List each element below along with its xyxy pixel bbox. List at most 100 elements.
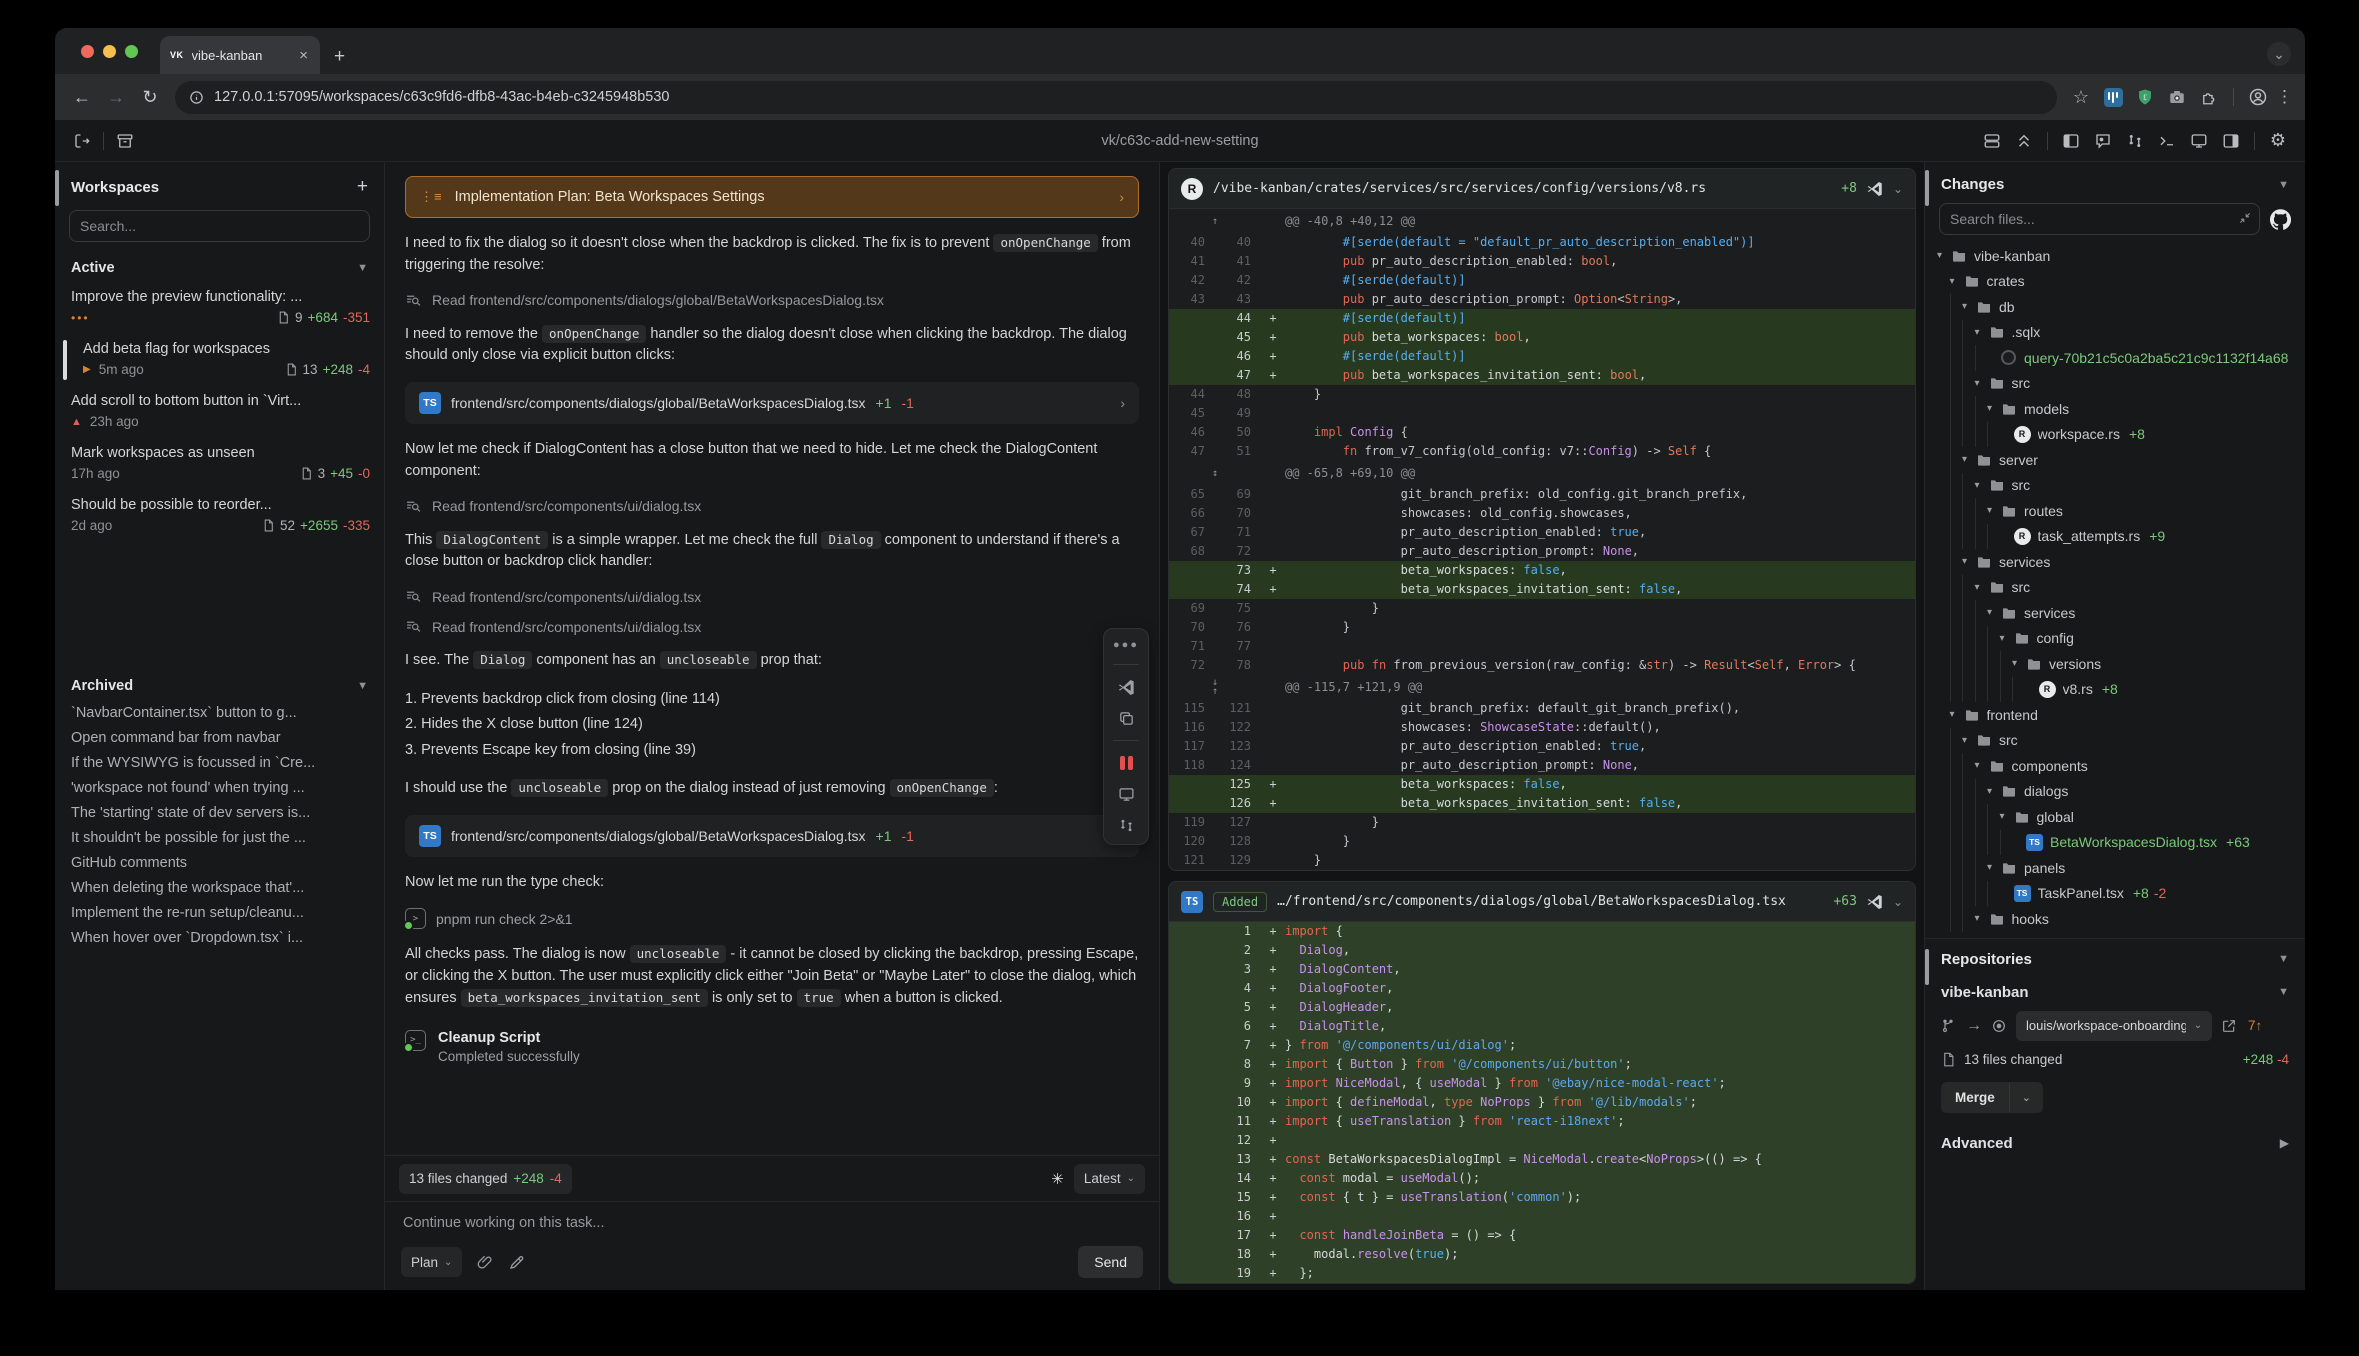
extension-shield-icon[interactable]: £ — [2131, 83, 2159, 111]
monitor-icon[interactable] — [2184, 127, 2214, 155]
scrollbar-thumb[interactable] — [55, 170, 59, 206]
tree-folder-row[interactable]: ▾ panels — [1925, 855, 2305, 881]
diff-line[interactable]: 126 + beta_workspaces_invitation_sent: fa… — [1169, 794, 1915, 813]
advanced-section-header[interactable]: Advanced ▶ — [1925, 1121, 2305, 1166]
chevron-down-icon[interactable]: ▾ — [1962, 735, 1976, 746]
attach-paperclip-icon[interactable] — [476, 1253, 494, 1271]
diff-line[interactable]: 6 + DialogTitle, — [1169, 1017, 1915, 1036]
diff-line[interactable]: 42 42 #[serde(default)] — [1169, 271, 1915, 290]
archive-icon[interactable] — [110, 127, 140, 155]
leave-workspace-icon[interactable] — [67, 127, 97, 155]
expand-hunk-icon[interactable]: ↑ — [1169, 209, 1261, 233]
diff-line[interactable]: 67 71 pr_auto_description_enabled: true, — [1169, 523, 1915, 542]
collapse-tree-icon[interactable] — [2238, 211, 2252, 225]
diff-file-header[interactable]: R /vibe-kanban/crates/services/src/servi… — [1169, 169, 1915, 209]
left-panel-toggle-icon[interactable] — [2056, 127, 2086, 155]
chevron-down-icon[interactable]: ▾ — [1962, 454, 1976, 465]
chevron-down-icon[interactable]: ▾ — [1987, 403, 2001, 414]
chevron-down-icon[interactable]: ▾ — [2000, 811, 2014, 822]
diff-hunk-row[interactable]: ↓ ↑ @@ -115,7 +121,9 @@ — [1169, 675, 1915, 699]
terminal-icon[interactable] — [2152, 127, 2182, 155]
diff-line[interactable]: 73 + beta_workspaces: false, — [1169, 561, 1915, 580]
merge-options-chevron-icon[interactable]: ⌄ — [2008, 1082, 2043, 1112]
chevron-down-icon[interactable]: ▾ — [1937, 250, 1951, 261]
diff-line[interactable]: 46 50 impl Config { — [1169, 423, 1915, 442]
workspace-item[interactable]: Add scroll to bottom button in `Virt... ▲… — [55, 386, 384, 438]
mode-selector[interactable]: Plan ⌄ — [401, 1247, 463, 1277]
diff-line[interactable]: 5 + DialogHeader, — [1169, 998, 1915, 1017]
archived-workspace-item[interactable]: It shouldn't be possible for just the ..… — [55, 825, 384, 850]
site-info-icon[interactable] — [189, 90, 204, 105]
profile-avatar-icon[interactable] — [2244, 83, 2272, 111]
archived-workspace-item[interactable]: Implement the re-run setup/cleanu... — [55, 900, 384, 925]
git-compare-icon[interactable] — [2120, 127, 2150, 155]
archived-workspace-item[interactable]: When deleting the workspace that'... — [55, 875, 384, 900]
settings-gear-icon[interactable]: ⚙ — [2263, 127, 2293, 155]
diff-line[interactable]: 12 + — [1169, 1131, 1915, 1150]
diff-line[interactable]: 9 + import NiceModal, { useModal } from '@… — [1169, 1074, 1915, 1093]
tree-file-row[interactable]: Rv8.rs +8 — [1925, 676, 2305, 702]
diff-line[interactable]: 10 + import { defineModal, type NoProps } … — [1169, 1093, 1915, 1112]
files-changed-chip[interactable]: 13 files changed +248 -4 — [399, 1163, 572, 1194]
diff-line[interactable]: 14 + const modal = useModal(); — [1169, 1169, 1915, 1188]
chevron-down-icon[interactable]: ▾ — [1987, 505, 2001, 516]
diff-line[interactable]: 17 + const handleJoinBeta = () => { — [1169, 1226, 1915, 1245]
diff-line[interactable]: 125 + beta_workspaces: false, — [1169, 775, 1915, 794]
diff-line[interactable]: 7 +} from '@/components/ui/dialog'; — [1169, 1036, 1915, 1055]
tab-search-chevron-icon[interactable]: ⌄ — [2267, 42, 2291, 66]
diff-line[interactable]: 72 78 pub fn from_previous_version(raw_co… — [1169, 656, 1915, 675]
diff-line[interactable]: 11 + import { useTranslation } from 'react… — [1169, 1112, 1915, 1131]
tree-folder-row[interactable]: ▾ .sqlx — [1925, 319, 2305, 345]
new-tab-button[interactable]: + — [320, 46, 359, 74]
branch-selector[interactable]: louis/workspace-onboarding ⌄ — [2016, 1010, 2212, 1041]
vscode-icon[interactable] — [1867, 893, 1883, 911]
chevron-down-icon[interactable]: ▾ — [1975, 582, 1989, 593]
scrollbar-thumb[interactable] — [1925, 170, 1929, 206]
comments-icon[interactable] — [2088, 127, 2118, 155]
tool-call-row[interactable]: Read frontend/src/components/ui/dialog.t… — [405, 588, 1139, 605]
composer-input[interactable] — [401, 1214, 1143, 1232]
chevron-down-icon[interactable]: ▾ — [1962, 556, 1976, 567]
chevron-down-icon[interactable]: ▾ — [1975, 760, 1989, 771]
diff-file-header[interactable]: TS Added …/frontend/src/components/dialo… — [1169, 882, 1915, 922]
expand-hunk-icon[interactable]: ↓ ↑ — [1169, 675, 1261, 699]
version-selector[interactable]: Latest ⌄ — [1073, 1163, 1145, 1194]
workspace-item[interactable]: Add beta flag for workspaces ▶ 5m ago 13 +24… — [55, 334, 384, 386]
git-compare-icon[interactable] — [1118, 816, 1135, 834]
vscode-icon[interactable] — [1867, 180, 1883, 198]
diff-line[interactable]: 45 49 — [1169, 404, 1915, 423]
diff-line[interactable]: 8 + import { Button } from '@/components/u… — [1169, 1055, 1915, 1074]
terminal-command-row[interactable]: > pnpm run check 2>&1 — [403, 908, 1139, 932]
collapse-chevron-icon[interactable]: ⌄ — [1893, 895, 1903, 909]
extension-blue-icon[interactable] — [2099, 83, 2127, 111]
diff-line[interactable]: 19 + }; — [1169, 1264, 1915, 1283]
monitor-icon[interactable] — [1118, 785, 1135, 803]
diff-line[interactable]: 47 51 fn from_v7_config(old_config: v7::C… — [1169, 442, 1915, 461]
workspace-item[interactable]: Should be possible to reorder... 2d ago 52… — [55, 490, 384, 542]
tree-folder-row[interactable]: ▾ frontend — [1925, 702, 2305, 728]
diff-line[interactable]: 40 40 #[serde(default = "default_pr_auto_… — [1169, 233, 1915, 252]
search-files-input[interactable] — [1939, 203, 2260, 235]
archived-workspace-item[interactable]: 'workspace not found' when trying ... — [55, 775, 384, 800]
reload-icon[interactable]: ↻ — [135, 87, 165, 108]
vscode-icon[interactable] — [1118, 678, 1135, 696]
chevron-down-icon[interactable]: ▾ — [1987, 786, 2001, 797]
edit-pen-icon[interactable] — [508, 1253, 526, 1271]
expand-hunk-icon[interactable]: ↕ — [1169, 461, 1261, 485]
tree-folder-row[interactable]: ▾ src — [1925, 472, 2305, 498]
close-window-button[interactable] — [81, 44, 94, 58]
diff-body[interactable]: 1 + import {2 + Dialog, 3 + DialogContent, 4 + … — [1169, 922, 1915, 1283]
diff-line[interactable]: 47 + pub beta_workspaces_invitation_sent:… — [1169, 366, 1915, 385]
diff-line[interactable]: 121 129 } — [1169, 851, 1915, 870]
chevron-down-icon[interactable]: ▾ — [1975, 327, 1989, 338]
more-options-icon[interactable]: ●●● — [1113, 639, 1139, 651]
diff-body[interactable]: ↑ @@ -40,8 +40,12 @@ 40 40 #[serde(default … — [1169, 209, 1915, 870]
tree-folder-row[interactable]: ▾ db — [1925, 294, 2305, 320]
tab-close-icon[interactable]: × — [297, 47, 310, 64]
implementation-plan-banner[interactable]: ⋮≡ Implementation Plan: Beta Workspaces S… — [405, 176, 1139, 218]
workspace-item[interactable]: Mark workspaces as unseen 17h ago 3 +45 -0 — [55, 438, 384, 490]
tree-file-row[interactable]: query-70b21c5c0a2ba5c21c9c1132f14a68 — [1925, 345, 2305, 371]
diff-line[interactable]: 65 69 git_branch_prefix: old_config.git_b… — [1169, 485, 1915, 504]
diff-line[interactable]: 1 + import { — [1169, 922, 1915, 941]
tree-folder-row[interactable]: ▾ versions — [1925, 651, 2305, 677]
